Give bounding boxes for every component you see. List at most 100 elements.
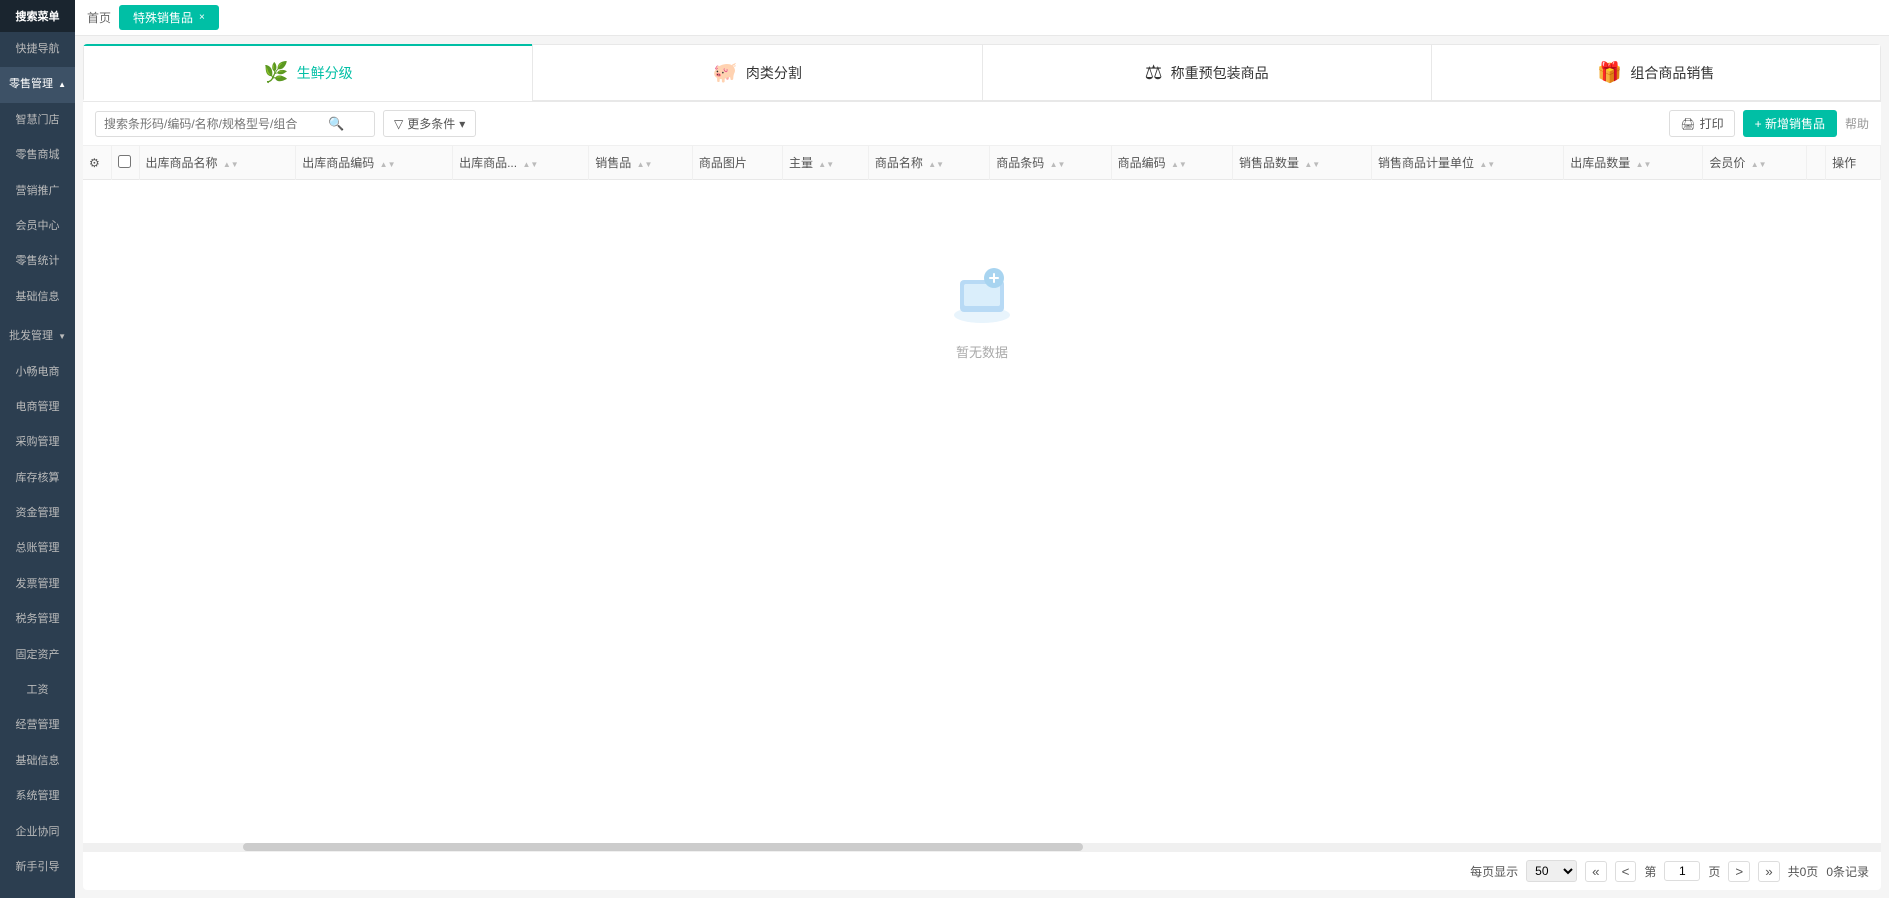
help-button[interactable]: 帮助 (1845, 115, 1869, 132)
col-image: 商品图片 (692, 146, 782, 180)
scale-icon: ⚖ (1145, 60, 1163, 85)
table-header-row: ⚙ 出库商品名称 ▲▼ 出库商品编码 ▲▼ (83, 146, 1881, 180)
search-box: 🔍 (95, 111, 375, 137)
scroll-thumb[interactable] (243, 843, 1083, 851)
table-container: ⚙ 出库商品名称 ▲▼ 出库商品编码 ▲▼ (83, 146, 1881, 843)
sort-icon-product-code[interactable]: ▲▼ (1171, 161, 1187, 169)
category-tabs: 🌿 生鲜分级 🐖 肉类分割 ⚖ 称重预包装商品 🎁 组合商品销售 (83, 44, 1881, 102)
tab-combo-label: 组合商品销售 (1630, 63, 1714, 83)
col-out-name: 出库商品名称 ▲▼ (139, 146, 296, 180)
total-count: 0条记录 (1826, 863, 1869, 880)
empty-state: 暂无数据 (83, 180, 1881, 441)
empty-state-icon (942, 260, 1022, 330)
sidebar-item-invoice[interactable]: 发票管理 (0, 567, 75, 602)
toolbar: 🔍 ▽ 更多条件 ▾ 🖨 打印 + 新增销售品 帮助 (83, 102, 1881, 146)
sort-icon-out-extra[interactable]: ▲▼ (522, 161, 538, 169)
tab-meat-label: 肉类分割 (746, 63, 802, 83)
sidebar-item-ledger[interactable]: 总账管理 (0, 531, 75, 566)
sort-icon-product-name[interactable]: ▲▼ (928, 161, 944, 169)
first-page-button[interactable]: « (1585, 861, 1606, 882)
horizontal-scrollbar[interactable] (83, 843, 1881, 851)
col-product-name: 商品名称 ▲▼ (868, 146, 989, 180)
sort-icon-sale[interactable]: ▲▼ (637, 161, 653, 169)
tab-scale-label: 称重预包装商品 (1171, 63, 1269, 83)
sidebar-item-retail[interactable]: 零售管理 (0, 67, 75, 102)
sort-icon-out-name[interactable]: ▲▼ (223, 161, 239, 169)
current-page-input[interactable] (1664, 861, 1700, 881)
per-page-select[interactable]: 10 20 50 100 (1526, 860, 1577, 882)
col-extra (1806, 146, 1825, 180)
print-button[interactable]: 🖨 打印 (1669, 110, 1734, 137)
next-page-button[interactable]: > (1728, 861, 1750, 882)
sidebar-item-smart-store[interactable]: 智慧门店 (0, 103, 75, 138)
col-unit: 销售商品计量单位 ▲▼ (1372, 146, 1564, 180)
col-sale-qty: 销售品数量 ▲▼ (1232, 146, 1371, 180)
settings-icon[interactable]: ⚙ (89, 156, 100, 170)
col-barcode: 商品条码 ▲▼ (990, 146, 1111, 180)
page-label-after: 页 (1708, 863, 1720, 880)
sidebar-item-finance[interactable]: 资金管理 (0, 496, 75, 531)
col-settings[interactable]: ⚙ (83, 146, 111, 180)
sidebar-item-tax[interactable]: 税务管理 (0, 602, 75, 637)
combo-icon: 🎁 (1597, 60, 1622, 85)
sidebar-item-salary[interactable]: 工资 (0, 673, 75, 708)
col-out-extra: 出库商品... ▲▼ (453, 146, 589, 180)
main-content: 首页 特殊销售品 × 🌿 生鲜分级 🐖 肉类分割 ⚖ 称重预包装商品 🎁 组合商… (75, 0, 1889, 898)
last-page-button[interactable]: » (1758, 861, 1779, 882)
col-member-price: 会员价 ▲▼ (1703, 146, 1807, 180)
page-label-before: 第 (1644, 863, 1656, 880)
search-input[interactable] (104, 117, 324, 131)
filter-icon: ▽ (394, 117, 403, 131)
sidebar-item-inventory[interactable]: 库存核算 (0, 461, 75, 496)
sort-icon-barcode[interactable]: ▲▼ (1050, 161, 1066, 169)
sidebar-item-ecommerce-mgmt[interactable]: 电商管理 (0, 390, 75, 425)
sort-icon-out-qty[interactable]: ▲▼ (1636, 161, 1652, 169)
col-checkbox[interactable] (111, 146, 139, 180)
total-pages: 共0页 (1788, 863, 1819, 880)
sidebar-item-system[interactable]: 系统管理 (0, 779, 75, 814)
print-icon: 🖨 (1680, 117, 1695, 131)
print-label: 打印 (1700, 115, 1724, 132)
tab-fresh[interactable]: 🌿 生鲜分级 (83, 44, 532, 101)
sidebar-logo[interactable]: 搜索菜单 (0, 0, 75, 32)
filter-arrow-icon: ▾ (459, 117, 465, 131)
sidebar-item-quick-nav[interactable]: 快捷导航 (0, 32, 75, 67)
sort-icon-out-code[interactable]: ▲▼ (380, 161, 396, 169)
filter-button[interactable]: ▽ 更多条件 ▾ (383, 110, 476, 137)
sidebar-item-ecommerce[interactable]: 小畅电商 (0, 355, 75, 390)
tab-scale[interactable]: ⚖ 称重预包装商品 (982, 44, 1431, 101)
sidebar-item-retail-mall[interactable]: 零售商城 (0, 138, 75, 173)
per-page-label: 每页显示 (1470, 863, 1518, 880)
fresh-icon: 🌿 (264, 60, 289, 85)
sidebar-item-purchase[interactable]: 采购管理 (0, 425, 75, 460)
sidebar-item-enterprise[interactable]: 企业协同 (0, 815, 75, 850)
tab-combo[interactable]: 🎁 组合商品销售 (1431, 44, 1881, 101)
col-product-code: 商品编码 ▲▼ (1111, 146, 1232, 180)
search-icon[interactable]: 🔍 (328, 116, 344, 132)
sidebar-item-retail-stats[interactable]: 零售统计 (0, 244, 75, 279)
sidebar-item-base-info[interactable]: 基础信息 (0, 280, 75, 315)
close-tab-icon[interactable]: × (199, 12, 205, 23)
sidebar-item-tutorial[interactable]: 新手引导 (0, 850, 75, 885)
prev-page-button[interactable]: < (1615, 861, 1637, 882)
col-main-qty: 主量 ▲▼ (782, 146, 868, 180)
active-tab[interactable]: 特殊销售品 × (119, 5, 219, 30)
home-link[interactable]: 首页 (87, 9, 111, 26)
sort-icon-main-qty[interactable]: ▲▼ (818, 161, 834, 169)
sort-icon-sale-qty[interactable]: ▲▼ (1304, 161, 1320, 169)
tab-meat[interactable]: 🐖 肉类分割 (532, 44, 981, 101)
toolbar-right: 🖨 打印 + 新增销售品 帮助 (1669, 110, 1869, 137)
sort-icon-unit[interactable]: ▲▼ (1479, 161, 1495, 169)
sidebar-item-operations[interactable]: 经营管理 (0, 708, 75, 743)
sidebar-item-fixed-assets[interactable]: 固定资产 (0, 638, 75, 673)
col-operations: 操作 (1826, 146, 1881, 180)
sidebar-item-base-info2[interactable]: 基础信息 (0, 744, 75, 779)
topbar: 首页 特殊销售品 × (75, 0, 1889, 36)
sidebar-item-member[interactable]: 会员中心 (0, 209, 75, 244)
sidebar-item-wholesale[interactable]: 批发管理 (0, 319, 75, 354)
sidebar-item-marketing[interactable]: 营销推广 (0, 174, 75, 209)
select-all-checkbox[interactable] (118, 155, 131, 168)
sidebar-gear-icon[interactable]: ⚙ (0, 885, 75, 898)
sort-icon-member-price[interactable]: ▲▼ (1751, 161, 1767, 169)
new-product-button[interactable]: + 新增销售品 (1743, 110, 1837, 137)
